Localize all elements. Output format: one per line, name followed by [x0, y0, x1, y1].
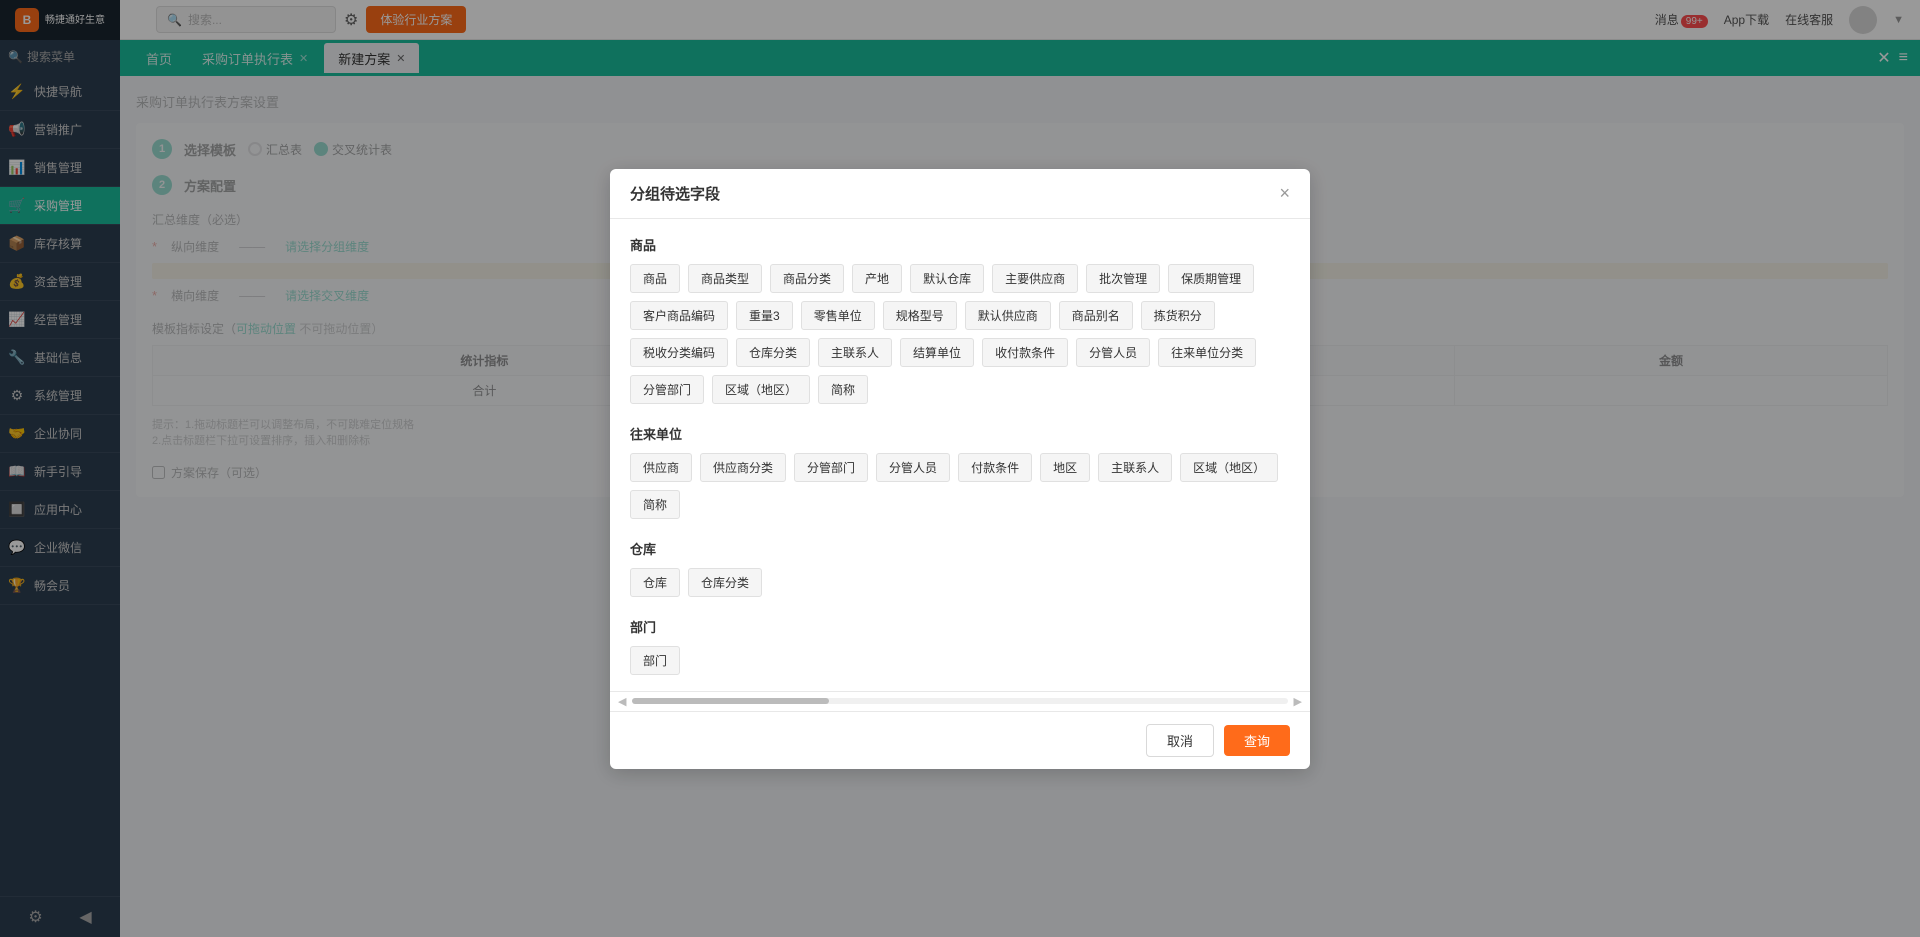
- h-scroll-thumb: [632, 698, 829, 704]
- field-tag[interactable]: 供应商: [630, 453, 692, 482]
- confirm-button[interactable]: 查询: [1224, 725, 1290, 756]
- field-group-商品: 商品商品商品类型商品分类产地默认仓库主要供应商批次管理保质期管理客户商品编码重量…: [630, 235, 1290, 404]
- field-group-title-商品: 商品: [630, 235, 1290, 254]
- field-tag[interactable]: 往来单位分类: [1158, 338, 1256, 367]
- field-tag[interactable]: 商品分类: [770, 264, 844, 293]
- field-tag[interactable]: 商品别名: [1059, 301, 1133, 330]
- cancel-button[interactable]: 取消: [1146, 724, 1214, 757]
- field-tags-部门: 部门: [630, 646, 1290, 675]
- field-tag[interactable]: 供应商分类: [700, 453, 786, 482]
- field-tag[interactable]: 区域（地区）: [712, 375, 810, 404]
- field-tag[interactable]: 主要供应商: [992, 264, 1078, 293]
- field-tags-仓库: 仓库仓库分类: [630, 568, 1290, 597]
- field-tag[interactable]: 规格型号: [883, 301, 957, 330]
- modal-header: 分组待选字段 ×: [610, 169, 1310, 219]
- modal-close-btn[interactable]: ×: [1279, 183, 1290, 204]
- field-tag[interactable]: 分管人员: [876, 453, 950, 482]
- scroll-right-arrow[interactable]: ▶: [1290, 695, 1306, 708]
- modal-body[interactable]: 商品商品商品类型商品分类产地默认仓库主要供应商批次管理保质期管理客户商品编码重量…: [610, 219, 1310, 691]
- field-group-title-部门: 部门: [630, 617, 1290, 636]
- field-tag[interactable]: 分管部门: [630, 375, 704, 404]
- field-group-title-往来单位: 往来单位: [630, 424, 1290, 443]
- field-tag[interactable]: 仓库分类: [688, 568, 762, 597]
- field-tag[interactable]: 产地: [852, 264, 902, 293]
- field-tag[interactable]: 简称: [818, 375, 868, 404]
- modal-overlay: 分组待选字段 × 商品商品商品类型商品分类产地默认仓库主要供应商批次管理保质期管…: [0, 0, 1920, 937]
- field-tags-往来单位: 供应商供应商分类分管部门分管人员付款条件地区主联系人区域（地区） 简称: [630, 453, 1290, 519]
- field-tag[interactable]: 商品类型: [688, 264, 762, 293]
- field-tag[interactable]: 区域（地区）: [1180, 453, 1278, 482]
- field-tag[interactable]: 收付款条件: [982, 338, 1068, 367]
- field-tag[interactable]: 客户商品编码: [630, 301, 728, 330]
- field-tag[interactable]: 主联系人: [818, 338, 892, 367]
- modal-title: 分组待选字段: [630, 183, 720, 204]
- field-tag[interactable]: 保质期管理: [1168, 264, 1254, 293]
- field-tag[interactable]: 仓库: [630, 568, 680, 597]
- field-tag[interactable]: 结算单位: [900, 338, 974, 367]
- field-tag[interactable]: 默认供应商: [965, 301, 1051, 330]
- field-tag[interactable]: 仓库分类: [736, 338, 810, 367]
- field-group-title-仓库: 仓库: [630, 539, 1290, 558]
- field-tag[interactable]: 默认仓库: [910, 264, 984, 293]
- field-tag[interactable]: 商品: [630, 264, 680, 293]
- modal-footer: 取消 查询: [610, 711, 1310, 769]
- field-tag[interactable]: 重量3: [736, 301, 793, 330]
- field-group-往来单位: 往来单位供应商供应商分类分管部门分管人员付款条件地区主联系人区域（地区） 简称: [630, 424, 1290, 519]
- h-scroll-track[interactable]: [632, 698, 1287, 704]
- field-tag[interactable]: 付款条件: [958, 453, 1032, 482]
- field-group-仓库: 仓库仓库仓库分类: [630, 539, 1290, 597]
- field-tag[interactable]: 零售单位: [801, 301, 875, 330]
- field-group-部门: 部门部门: [630, 617, 1290, 675]
- field-tag[interactable]: 部门: [630, 646, 680, 675]
- field-tag[interactable]: 地区: [1040, 453, 1090, 482]
- field-tag[interactable]: 批次管理: [1086, 264, 1160, 293]
- scroll-left-arrow[interactable]: ◀: [614, 695, 630, 708]
- field-tag[interactable]: 分管人员: [1076, 338, 1150, 367]
- field-tag[interactable]: 主联系人: [1098, 453, 1172, 482]
- field-tag[interactable]: 分管部门: [794, 453, 868, 482]
- field-tag[interactable]: 拣货积分: [1141, 301, 1215, 330]
- field-select-modal: 分组待选字段 × 商品商品商品类型商品分类产地默认仓库主要供应商批次管理保质期管…: [610, 169, 1310, 769]
- field-tags-商品: 商品商品类型商品分类产地默认仓库主要供应商批次管理保质期管理客户商品编码重量3 零…: [630, 264, 1290, 404]
- field-tag[interactable]: 简称: [630, 490, 680, 519]
- modal-scroll-indicator: ◀ ▶: [610, 691, 1310, 711]
- field-tag[interactable]: 税收分类编码: [630, 338, 728, 367]
